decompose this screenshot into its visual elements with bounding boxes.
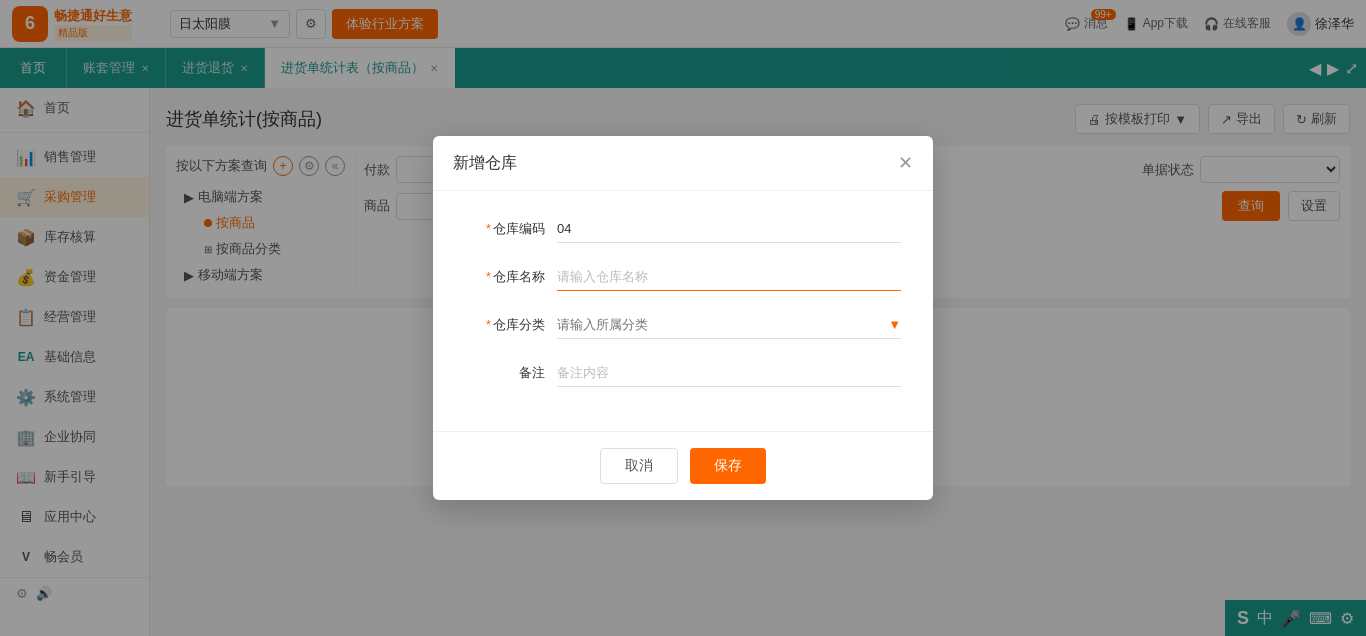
category-dropdown-icon[interactable]: ▼	[888, 317, 901, 332]
category-select-wrap: ▼	[557, 311, 901, 339]
note-input[interactable]	[557, 359, 901, 387]
name-label: 仓库名称	[465, 268, 545, 286]
form-item-code: 仓库编码	[465, 215, 901, 243]
save-button[interactable]: 保存	[690, 448, 766, 484]
modal-header: 新增仓库 ✕	[433, 136, 933, 191]
new-warehouse-modal: 新增仓库 ✕ 仓库编码 仓库名称 仓库分类 ▼	[433, 136, 933, 500]
code-label: 仓库编码	[465, 220, 545, 238]
cancel-button[interactable]: 取消	[600, 448, 678, 484]
name-input[interactable]	[557, 263, 901, 291]
modal-title: 新增仓库	[453, 153, 517, 174]
form-item-note: 备注	[465, 359, 901, 387]
modal-close-button[interactable]: ✕	[898, 152, 913, 174]
category-input[interactable]	[557, 317, 888, 332]
modal-overlay[interactable]: 新增仓库 ✕ 仓库编码 仓库名称 仓库分类 ▼	[0, 0, 1366, 636]
modal-body: 仓库编码 仓库名称 仓库分类 ▼ 备注	[433, 191, 933, 431]
form-item-category: 仓库分类 ▼	[465, 311, 901, 339]
form-item-name: 仓库名称	[465, 263, 901, 291]
note-label: 备注	[465, 364, 545, 382]
category-label: 仓库分类	[465, 316, 545, 334]
modal-footer: 取消 保存	[433, 431, 933, 500]
code-input[interactable]	[557, 215, 901, 243]
